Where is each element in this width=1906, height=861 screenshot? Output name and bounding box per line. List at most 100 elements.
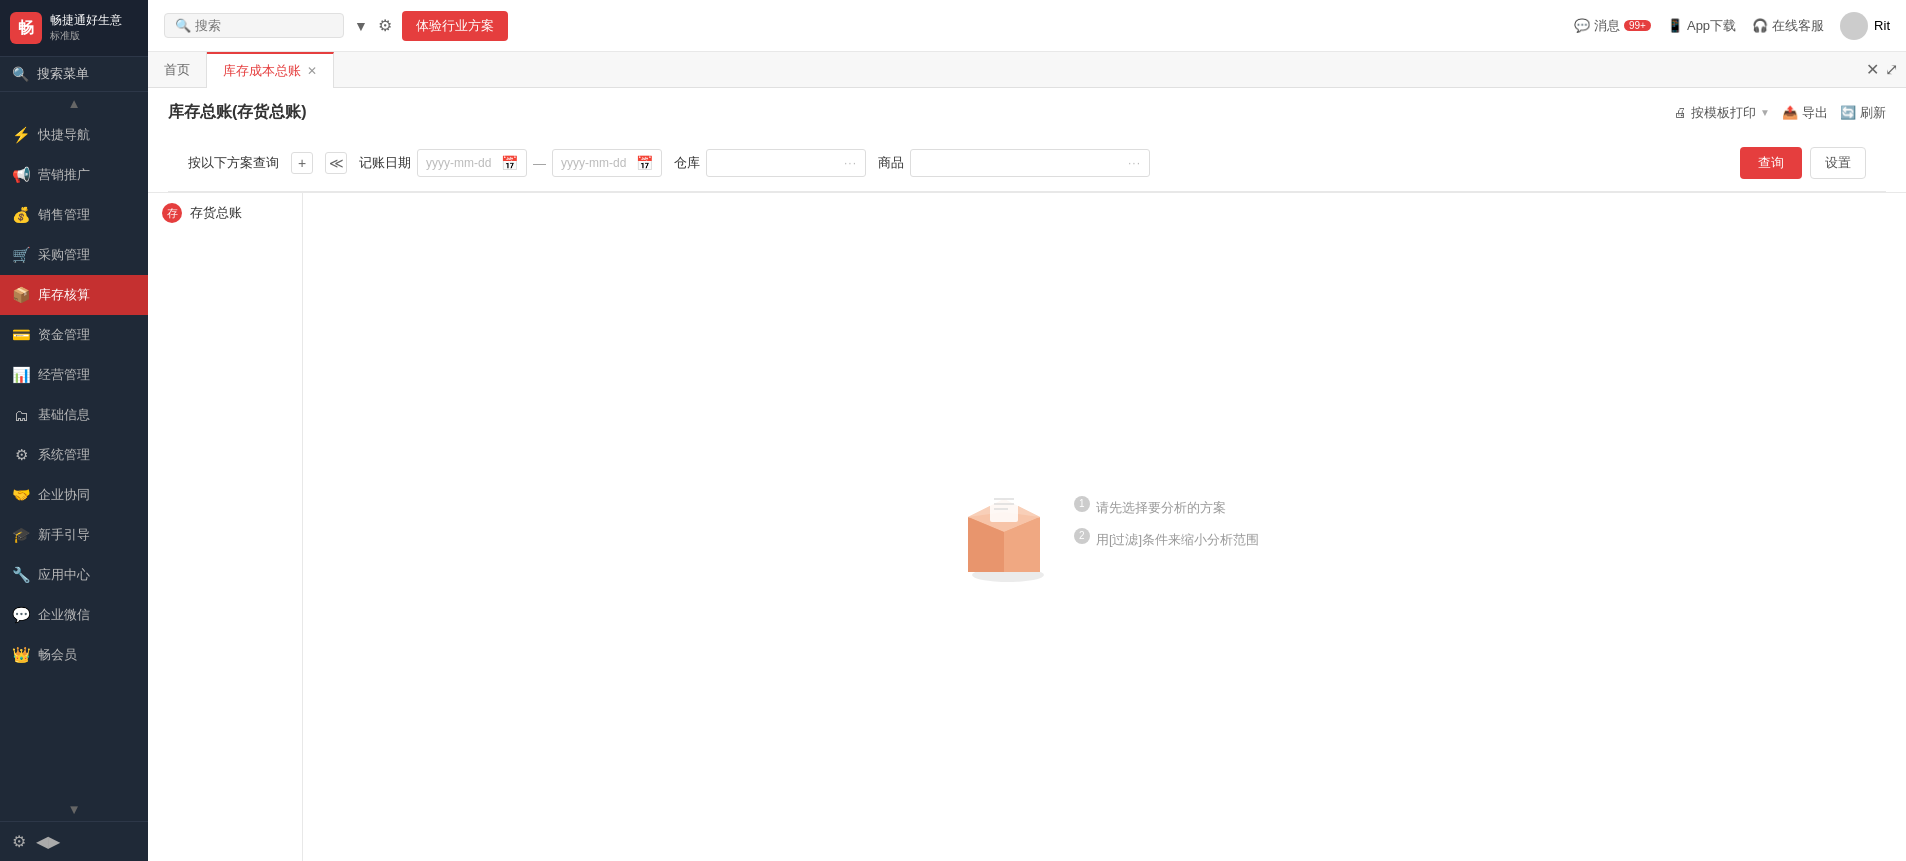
topbar-dropdown-icon[interactable]: ▼ [354,18,368,34]
sidebar-item-basic[interactable]: 🗂 基础信息 [0,395,148,435]
tab-home[interactable]: 首页 [148,52,207,88]
sidebar-search-label: 搜索菜单 [37,65,89,83]
close-panel-icon[interactable]: ✕ [1866,60,1879,79]
scheme-item-label: 存货总账 [190,204,242,222]
app-download-icon: 📱 [1667,18,1683,33]
sidebar-item-label: 资金管理 [38,326,90,344]
product-select[interactable]: ··· [910,149,1150,177]
empty-inner: 1 请先选择要分析的方案 2 用[过滤]条件来缩小分析范围 [950,477,1259,577]
topbar-user[interactable]: Rit [1840,12,1890,40]
inventory-icon: 📦 [12,286,30,304]
sidebar-item-label: 畅会员 [38,646,77,664]
tab-close-icon[interactable]: ✕ [307,64,317,78]
avatar [1840,12,1868,40]
topbar-app-download[interactable]: 📱 App下载 [1667,17,1736,35]
sidebar-item-wechat[interactable]: 💬 企业微信 [0,595,148,635]
date-separator: — [533,156,546,171]
sidebar-item-operation[interactable]: 📊 经营管理 [0,355,148,395]
topbar-search-icon: 🔍 [175,18,191,33]
sidebar: 畅 畅捷通好生意 标准版 🔍 搜索菜单 ▲ ⚡ 快捷导航 📢 营销推广 💰 销售… [0,0,148,861]
topbar: 🔍 ▼ ⚙ 体验行业方案 💬 消息 99+ 📱 App下载 🎧 在线客服 Rit [148,0,1906,52]
logo-icon: 畅 [10,12,42,44]
app-download-label: App下载 [1687,17,1736,35]
date-filter-field: 记账日期 yyyy-mm-dd 📅 — yyyy-mm-dd 📅 [359,149,662,177]
sidebar-item-label: 基础信息 [38,406,90,424]
date-end-input[interactable]: yyyy-mm-dd 📅 [552,149,662,177]
step-1-num: 1 [1074,496,1090,512]
scheme-item-inventory-ledger[interactable]: 存 存货总账 [148,193,302,233]
sidebar-item-sales[interactable]: 💰 销售管理 [0,195,148,235]
print-btn[interactable]: 🖨 按模板打印 ▼ [1674,104,1770,122]
filter-add-button[interactable]: + [291,152,313,174]
finance-icon: 💳 [12,326,30,344]
enterprise-icon: 🤝 [12,486,30,504]
refresh-label: 刷新 [1860,104,1886,122]
date-start-input[interactable]: yyyy-mm-dd 📅 [417,149,527,177]
sidebar-item-label: 快捷导航 [38,126,90,144]
export-label: 导出 [1802,104,1828,122]
basic-icon: 🗂 [12,407,30,424]
message-icon: 💬 [1574,18,1590,33]
refresh-btn[interactable]: 🔄 刷新 [1840,104,1886,122]
tab-inventory-ledger[interactable]: 库存成本总账 ✕ [207,52,334,88]
expand-icon[interactable]: ⤢ [1885,60,1898,79]
sidebar-item-finance[interactable]: 💳 资金管理 [0,315,148,355]
sidebar-item-purchase[interactable]: 🛒 采购管理 [0,235,148,275]
query-button[interactable]: 查询 [1740,147,1802,179]
sidebar-item-guide[interactable]: 🎓 新手引导 [0,515,148,555]
sidebar-item-label: 系统管理 [38,446,90,464]
settings-footer-icon[interactable]: ⚙ [12,832,26,851]
topbar-messages[interactable]: 💬 消息 99+ [1574,17,1651,35]
scheme-icon-char: 存 [167,206,178,221]
messages-badge: 99+ [1624,20,1651,31]
tabbar: 首页 库存成本总账 ✕ ✕ ⤢ [148,52,1906,88]
topbar-settings-icon[interactable]: ⚙ [378,16,392,35]
sidebar-scroll-up[interactable]: ▲ [0,92,148,115]
product-more-icon[interactable]: ··· [1128,156,1141,170]
sidebar-item-label: 营销推广 [38,166,90,184]
svg-rect-6 [990,492,1018,522]
sidebar-search[interactable]: 🔍 搜索菜单 [0,57,148,92]
logo-name: 畅捷通好生意 [50,13,122,29]
sidebar-scroll-down[interactable]: ▼ [0,798,148,821]
messages-label: 消息 [1594,17,1620,35]
page-title: 库存总账(存货总账) [168,102,307,123]
warehouse-more-icon[interactable]: ··· [844,156,857,170]
search-icon: 🔍 [12,66,29,82]
industry-btn[interactable]: 体验行业方案 [402,11,508,41]
calendar-start-icon[interactable]: 📅 [501,155,518,171]
sidebar-item-enterprise[interactable]: 🤝 企业协同 [0,475,148,515]
guide-icon: 🎓 [12,526,30,544]
service-label: 在线客服 [1772,17,1824,35]
print-icon: 🖨 [1674,105,1687,120]
filter-collapse-button[interactable]: ≪ [325,152,347,174]
sidebar-item-system[interactable]: ⚙ 系统管理 [0,435,148,475]
filter-bar: 按以下方案查询 + ≪ 记账日期 yyyy-mm-dd 📅 — yyyy-mm-… [168,135,1886,192]
sidebar-nav: ⚡ 快捷导航 📢 营销推广 💰 销售管理 🛒 采购管理 📦 库存核算 💳 资金管… [0,115,148,798]
topbar-search-box[interactable]: 🔍 [164,13,344,38]
export-icon: 📤 [1782,105,1798,120]
settings-button[interactable]: 设置 [1810,147,1866,179]
content-area: 存 存货总账 [148,193,1906,861]
warehouse-select[interactable]: ··· [706,149,866,177]
topbar-search-input[interactable] [195,18,325,33]
collapse-sidebar-icon[interactable]: ◀▶ [36,832,60,851]
sidebar-item-quick-nav[interactable]: ⚡ 快捷导航 [0,115,148,155]
empty-text: 1 请先选择要分析的方案 2 用[过滤]条件来缩小分析范围 [1074,495,1259,559]
calendar-end-icon[interactable]: 📅 [636,155,653,171]
warehouse-filter-field: 仓库 ··· [674,149,866,177]
topbar-online-service[interactable]: 🎧 在线客服 [1752,17,1824,35]
system-icon: ⚙ [12,446,30,464]
empty-state: 1 请先选择要分析的方案 2 用[过滤]条件来缩小分析范围 [303,193,1906,861]
date-end-placeholder: yyyy-mm-dd [561,156,626,170]
empty-step-2: 2 用[过滤]条件来缩小分析范围 [1074,527,1259,553]
print-dropdown-icon[interactable]: ▼ [1760,107,1770,118]
sidebar-item-member[interactable]: 👑 畅会员 [0,635,148,675]
sidebar-item-marketing[interactable]: 📢 营销推广 [0,155,148,195]
topbar-right: 💬 消息 99+ 📱 App下载 🎧 在线客服 Rit [1574,12,1890,40]
sidebar-item-label: 经营管理 [38,366,90,384]
export-btn[interactable]: 📤 导出 [1782,104,1828,122]
sidebar-footer: ⚙ ◀▶ [0,821,148,861]
sidebar-item-apps[interactable]: 🔧 应用中心 [0,555,148,595]
sidebar-item-inventory[interactable]: 📦 库存核算 [0,275,148,315]
